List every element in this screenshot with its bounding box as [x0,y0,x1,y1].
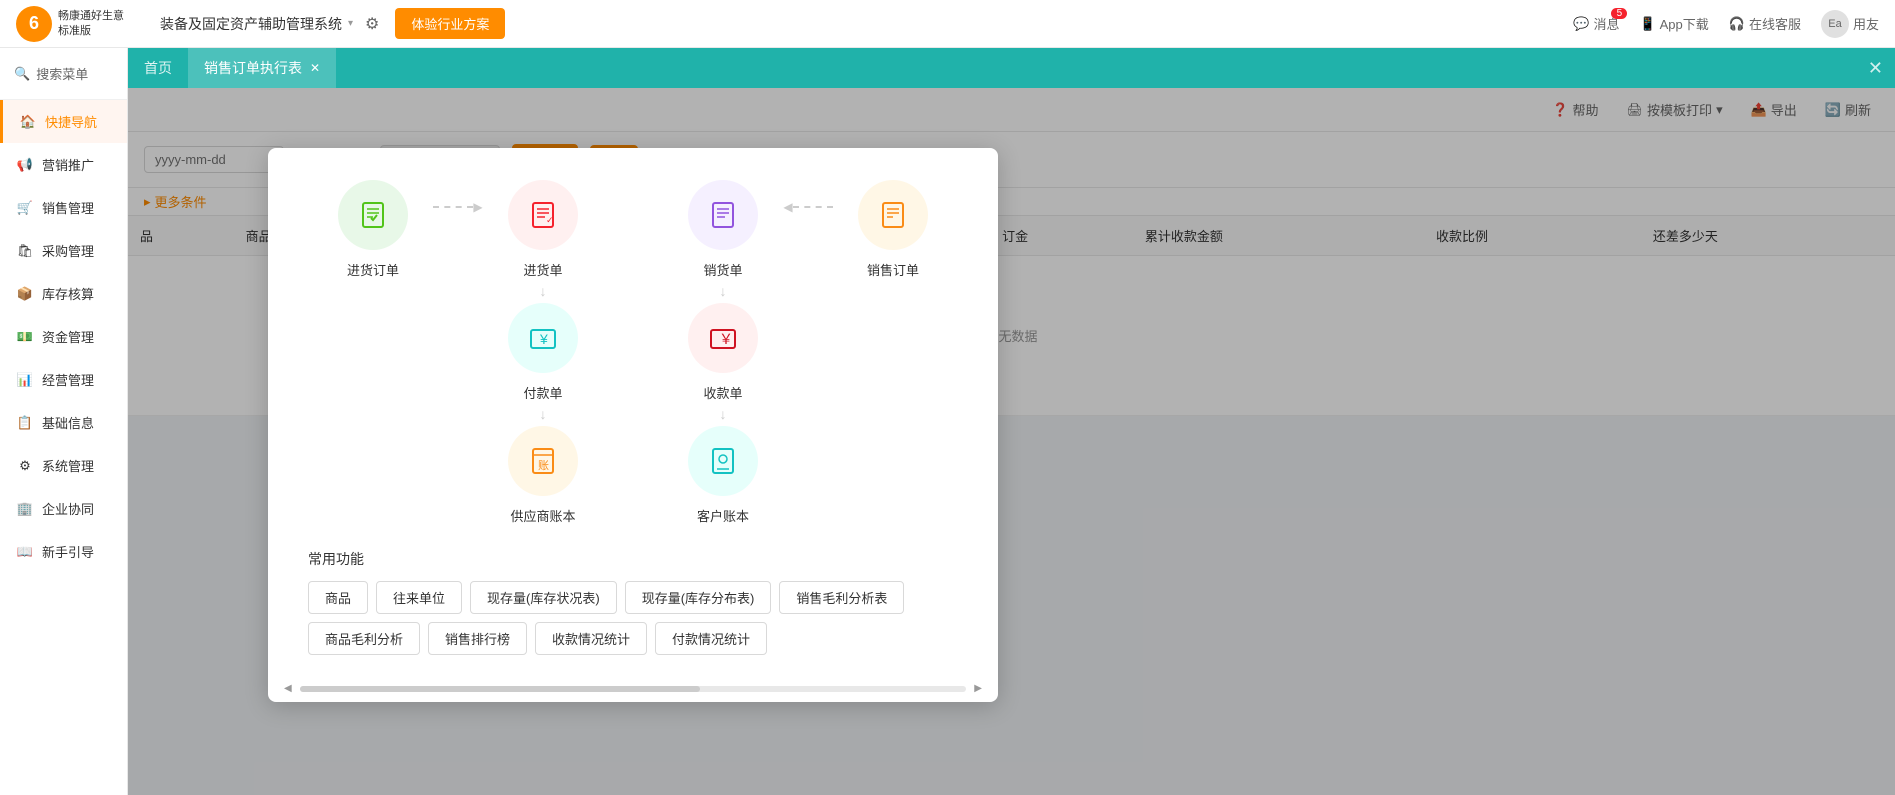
user-item[interactable]: Ea 用友 [1821,10,1879,38]
quick-nav-modal: 进货订单 ▶ [268,148,998,702]
sidebar-nav: 🏠 快捷导航 📢 营销推广 🛒 销售管理 🛍 采购管理 📦 库存核 [0,100,127,795]
system-name: 装备及固定资产辅助管理系统 [160,14,342,34]
btn-payment-stats[interactable]: 付款情况统计 [655,622,767,655]
btn-product[interactable]: 商品 [308,581,368,614]
home-icon: 🏠 [19,113,37,131]
flow-receipt-bill[interactable]: ￥ 收款单 [663,303,783,402]
avatar: Ea [1821,10,1849,38]
purchase-icon: 🛍 [16,242,34,260]
operations-icon: 📊 [16,371,34,389]
sidebar-item-basic-info[interactable]: 📋 基础信息 [0,401,127,444]
content-body: ❓ 帮助 🖨 按模板打印 ▾ 📤 导出 🔄 刷新 [128,88,1895,795]
sidebar-item-finance[interactable]: 💵 资金管理 [0,315,127,358]
system-icon: ⚙ [16,457,34,475]
flow-sales-bill[interactable]: 销货单 [663,180,783,279]
arrow-down-1: ↓ [540,283,547,299]
svg-text:✓: ✓ [546,215,554,225]
svg-text:账: 账 [538,459,549,472]
svg-text:¥: ¥ [539,331,548,347]
flow-sales-order[interactable]: 销售订单 [833,180,953,279]
flow-supplier-ledger[interactable]: 账 供应商账本 [483,426,603,525]
btn-partner[interactable]: 往来单位 [376,581,462,614]
sales-icon: 🛒 [16,199,34,217]
app-logo: 6 [16,6,52,42]
common-functions-section: 常用功能 商品 往来单位 现存量(库存状况表) 现存量(库存分布表) 销售毛利分… [308,549,958,655]
scroll-left-icon[interactable]: ◀ [284,683,292,694]
tab-close-icon[interactable]: ✕ [310,61,320,75]
guide-icon: 📖 [16,543,34,561]
flow-purchase-bill[interactable]: ✓ 进货单 [483,180,603,279]
enterprise-icon: 🏢 [16,500,34,518]
online-service-label: 在线客服 [1749,14,1801,33]
system-dropdown-icon[interactable]: ▾ [348,18,353,29]
info-icon: 📋 [16,414,34,432]
sidebar-item-system[interactable]: ⚙ 系统管理 [0,444,127,487]
tab-sales-order[interactable]: 销售订单执行表 ✕ [188,48,336,88]
message-icon: 💬 [1573,16,1589,32]
sidebar-item-quick-nav[interactable]: 🏠 快捷导航 [0,100,127,143]
btn-stock-dist[interactable]: 现存量(库存分布表) [625,581,772,614]
inventory-icon: 📦 [16,285,34,303]
tab-bar: 首页 销售订单执行表 ✕ ✕ [128,48,1895,88]
arrow-down-3: ↓ [720,283,727,299]
settings-icon[interactable]: ⚙ [365,14,379,34]
svg-text:￥: ￥ [719,331,733,347]
sidebar-item-sales[interactable]: 🛒 销售管理 [0,186,127,229]
modal-overlay: 进货订单 ▶ [128,88,1895,795]
common-buttons-group: 商品 往来单位 现存量(库存状况表) 现存量(库存分布表) 销售毛利分析表 商品… [308,581,958,655]
scroll-right-icon[interactable]: ▶ [974,683,982,694]
logo-text: 畅康通好生意 标准版 [58,9,124,38]
purchase-order-icon [338,180,408,250]
btn-sales-profit[interactable]: 销售毛利分析表 [779,581,904,614]
marketing-icon: 📢 [16,156,34,174]
btn-receipt-stats[interactable]: 收款情况统计 [535,622,647,655]
service-icon: 🎧 [1729,16,1745,32]
flow-customer-ledger[interactable]: 客户账本 [663,426,783,525]
sidebar-item-purchase[interactable]: 🛍 采购管理 [0,229,127,272]
app-download-label: App下载 [1660,14,1709,33]
search-icon: 🔍 [14,66,30,82]
user-name: 用友 [1853,14,1879,33]
message-item[interactable]: 💬 消息 5 [1573,14,1619,33]
flow-payment-bill[interactable]: ¥ 付款单 [483,303,603,402]
btn-sales-rank[interactable]: 销售排行榜 [428,622,527,655]
btn-stock-status[interactable]: 现存量(库存状况表) [470,581,617,614]
finance-icon: 💵 [16,328,34,346]
sidebar-search-area: 🔍 搜索菜单 [0,48,127,100]
sidebar-item-marketing[interactable]: 📢 营销推广 [0,143,127,186]
scrollbar-thumb [300,686,700,692]
sidebar-item-inventory[interactable]: 📦 库存核算 [0,272,127,315]
modal-scrollbar: ◀ ▶ [268,679,998,702]
sidebar-item-enterprise[interactable]: 🏢 企业协同 [0,487,127,530]
app-download-item[interactable]: 📱 App下载 [1639,14,1708,33]
tab-bar-right: ✕ [1868,58,1895,79]
arrow-down-2: ↓ [540,406,547,422]
flow-purchase-order[interactable]: 进货订单 [313,180,433,279]
top-right-area: 💬 消息 5 📱 App下载 🎧 在线客服 Ea 用友 [1573,10,1879,38]
download-icon: 📱 [1639,16,1655,32]
search-menu-button[interactable]: 🔍 搜索菜单 [8,58,119,89]
tab-home[interactable]: 首页 [128,48,188,88]
btn-product-profit[interactable]: 商品毛利分析 [308,622,420,655]
scrollbar-track[interactable] [300,686,967,692]
sidebar-item-operations[interactable]: 📊 经营管理 [0,358,127,401]
common-functions-title: 常用功能 [308,549,958,569]
arrow-down-4: ↓ [720,406,727,422]
online-service-item[interactable]: 🎧 在线客服 [1729,14,1801,33]
trial-button[interactable]: 体验行业方案 [395,8,505,39]
window-close-icon[interactable]: ✕ [1868,58,1883,78]
message-badge: 5 [1611,8,1627,19]
sidebar-item-guide[interactable]: 📖 新手引导 [0,530,127,573]
